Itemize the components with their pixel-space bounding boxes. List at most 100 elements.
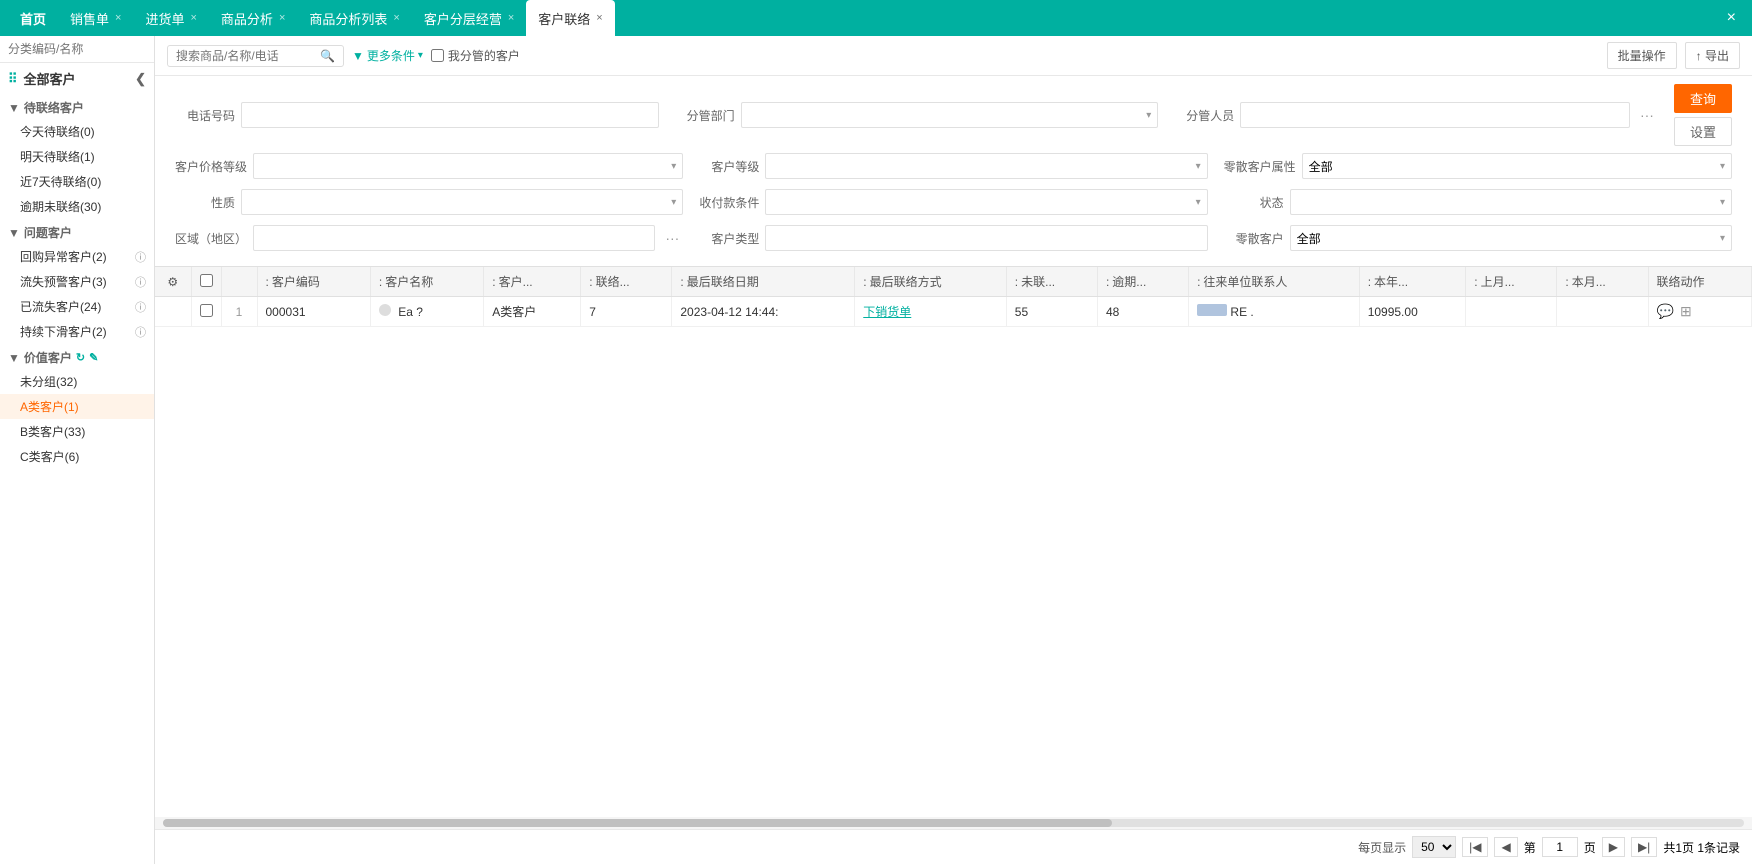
filter-cell-retail-attr: 零散客户属性 全部 ▾ xyxy=(1216,150,1740,182)
filter-retail-attr-select[interactable]: 全部 ▾ xyxy=(1302,153,1732,179)
settings-gear-icon[interactable]: ⚙ xyxy=(167,275,178,289)
sidebar-all-customers[interactable]: ⠿ 全部客户 ❮ xyxy=(0,63,154,94)
filter-more-btn[interactable]: ▼ 更多条件 ▾ xyxy=(352,47,423,64)
batch-ops-button[interactable]: 批量操作 xyxy=(1607,42,1677,69)
filter-cell-retail: 零散客户 全部 ▾ xyxy=(1216,222,1740,254)
col-last-date-label: 最后联络日期 xyxy=(687,273,759,290)
row-last-method[interactable]: 下销货单 xyxy=(863,305,911,319)
col-unit-contact-label: 往来单位联系人 xyxy=(1203,273,1287,290)
first-page-btn[interactable]: |◀ xyxy=(1462,837,1488,857)
row-this-year: 10995.00 xyxy=(1368,305,1418,319)
sidebar-item-c-class[interactable]: C类客户(6) xyxy=(0,444,154,469)
sidebar-item-repurchase-label: 回购异常客户(2) xyxy=(20,248,107,265)
sidebar-item-b-class[interactable]: B类客户(33) xyxy=(0,419,154,444)
tab-purchase-close[interactable]: × xyxy=(190,12,196,24)
col-last-date-header: : 最后联络日期 xyxy=(672,267,855,297)
last-page-btn[interactable]: ▶| xyxy=(1631,837,1657,857)
col-settings[interactable]: ⚙ xyxy=(155,267,191,297)
tab-analysis-list[interactable]: 商品分析列表 × xyxy=(297,0,411,36)
value-group-refresh-icon[interactable]: ↻ xyxy=(76,351,85,364)
tab-customer-segment-close[interactable]: × xyxy=(508,12,514,24)
filter-region-select[interactable] xyxy=(253,225,655,251)
filter-payment-arrow: ▾ xyxy=(1196,197,1201,208)
horizontal-scrollbar[interactable] xyxy=(155,817,1752,829)
row-seq: 1 xyxy=(236,305,243,319)
value-group-edit-icon[interactable]: ✎ xyxy=(89,351,98,364)
export-label: 导出 xyxy=(1705,49,1729,63)
sidebar-search-input[interactable] xyxy=(8,42,155,56)
sidebar-collapse-btn[interactable]: ❮ xyxy=(135,71,146,87)
row-action-cell: 💬 ⊞ xyxy=(1648,297,1751,327)
filter-status-select[interactable]: ▾ xyxy=(1290,189,1732,215)
tab-analysis-list-close[interactable]: × xyxy=(393,12,399,24)
adv-filter-row3: 性质 ▾ 收付款条件 ▾ 状态 xyxy=(167,186,1740,218)
filter-search-input[interactable] xyxy=(176,49,316,63)
filter-region-more[interactable]: ··· xyxy=(661,230,683,246)
select-all-checkbox[interactable] xyxy=(200,274,213,287)
setting-button[interactable]: 设置 xyxy=(1674,117,1732,146)
sidebar-group-problem-label: 问题客户 xyxy=(24,224,72,241)
filter-nature-select[interactable]: ▾ xyxy=(241,189,683,215)
filter-cell-dept: 分管部门 ▾ xyxy=(667,99,1167,131)
filter-retail-label: 零散客户 xyxy=(1224,230,1284,247)
sidebar-group-value: ▼ 价值客户 ↻ ✎ xyxy=(0,344,154,369)
tab-purchase[interactable]: 进货单 × xyxy=(133,0,208,36)
filter-cust-level-label: 客户等级 xyxy=(699,158,759,175)
sidebar-item-churn-warning[interactable]: 流失预警客户(3) ⓘ xyxy=(0,269,154,294)
sidebar-item-today-label: 今天待联络(0) xyxy=(20,123,95,140)
sidebar-item-churned-hint: ⓘ xyxy=(135,299,146,315)
sidebar-item-repurchase-abnormal[interactable]: 回购异常客户(2) ⓘ xyxy=(0,244,154,269)
tab-analysis[interactable]: 商品分析 × xyxy=(209,0,297,36)
col-last-method-label: 最后联络方式 xyxy=(870,273,942,290)
filter-mine-checkbox[interactable] xyxy=(431,49,444,62)
filter-cust-type-input[interactable] xyxy=(765,225,1207,251)
tab-customer-contact[interactable]: 客户联络 × xyxy=(526,0,614,36)
filter-manager-select[interactable] xyxy=(1240,102,1630,128)
row-checkbox[interactable] xyxy=(200,304,213,317)
sidebar-item-churned[interactable]: 已流失客户(24) ⓘ xyxy=(0,294,154,319)
filter-manager-more[interactable]: ··· xyxy=(1636,107,1658,123)
page-number-input[interactable] xyxy=(1542,837,1578,857)
filter-region-label: 区域（地区） xyxy=(175,230,247,247)
query-button[interactable]: 查询 xyxy=(1674,84,1732,113)
sidebar-item-a-class[interactable]: A类客户(1) xyxy=(0,394,154,419)
tab-customer-contact-close[interactable]: × xyxy=(596,12,602,24)
tab-home[interactable]: 首页 xyxy=(8,0,58,36)
filter-dept-select[interactable]: ▾ xyxy=(741,102,1159,128)
export-button[interactable]: ↑ 导出 xyxy=(1685,42,1740,69)
sidebar-item-7days[interactable]: 近7天待联络(0) xyxy=(0,169,154,194)
filter-cell-cust-type: 客户类型 xyxy=(691,222,1215,254)
tab-analysis-close[interactable]: × xyxy=(279,12,285,24)
per-page-select[interactable]: 50 xyxy=(1412,836,1456,858)
close-all-btn[interactable]: × xyxy=(1719,9,1744,27)
sidebar-item-declining[interactable]: 持续下滑客户(2) ⓘ xyxy=(0,319,154,344)
scrollbar-thumb[interactable] xyxy=(163,819,1112,827)
tab-sales[interactable]: 销售单 × xyxy=(58,0,133,36)
filter-cust-level-select[interactable]: ▾ xyxy=(765,153,1207,179)
tab-customer-contact-label: 客户联络 xyxy=(538,9,590,28)
filter-payment-select[interactable]: ▾ xyxy=(765,189,1207,215)
tab-customer-segment[interactable]: 客户分层经营 × xyxy=(412,0,526,36)
row-level-cell: A类客户 xyxy=(484,297,581,327)
sidebar-item-tomorrow[interactable]: 明天待联络(1) xyxy=(0,144,154,169)
adv-filter-panel: 电话号码 分管部门 ▾ 分管人员 ··· xyxy=(155,76,1752,267)
col-name-header: : 客户名称 xyxy=(370,267,483,297)
filter-search-icon[interactable]: 🔍 xyxy=(320,49,335,63)
filter-price-level-select[interactable]: ▾ xyxy=(253,153,683,179)
filter-phone-input[interactable] xyxy=(241,102,659,128)
filter-more-label: 更多条件 xyxy=(367,47,415,64)
col-this-month-header: : 本月... xyxy=(1557,267,1648,297)
tab-sales-close[interactable]: × xyxy=(115,12,121,24)
page-label: 第 xyxy=(1524,839,1536,856)
sidebar-item-today[interactable]: 今天待联络(0) xyxy=(0,119,154,144)
sidebar-item-overdue[interactable]: 逾期未联络(30) xyxy=(0,194,154,219)
row-action-chat-icon[interactable]: 💬 xyxy=(1657,303,1674,320)
sidebar-item-unclassified[interactable]: 未分组(32) xyxy=(0,369,154,394)
filter-status-label: 状态 xyxy=(1224,194,1284,211)
row-code: 000031 xyxy=(266,305,306,319)
next-page-btn[interactable]: ▶ xyxy=(1602,837,1625,857)
tab-purchase-label: 进货单 xyxy=(145,9,184,28)
filter-retail-select[interactable]: 全部 ▾ xyxy=(1290,225,1732,251)
prev-page-btn[interactable]: ◀ xyxy=(1494,837,1517,857)
row-action-qr-icon[interactable]: ⊞ xyxy=(1680,303,1692,320)
